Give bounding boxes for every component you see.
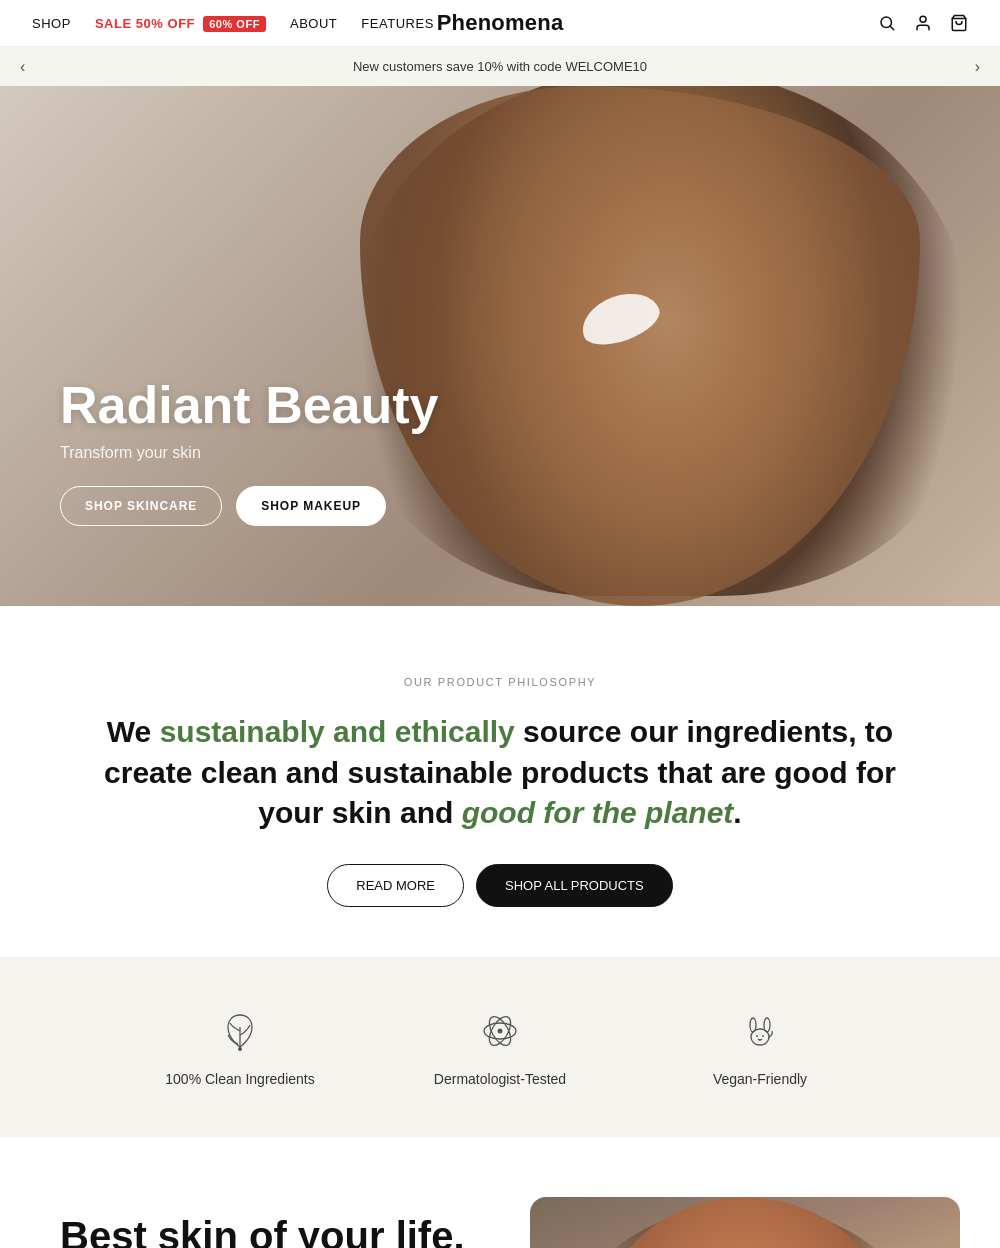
cart-icon[interactable]	[950, 14, 968, 32]
feature-clean: 100% Clean Ingredients	[110, 1007, 370, 1087]
announcement-next[interactable]: ›	[975, 58, 980, 76]
nav-sale[interactable]: SALE 50% OFF 60% OFF	[95, 16, 266, 31]
philosophy-italic: good for the planet	[462, 796, 734, 829]
navigation: SHOP SALE 50% OFF 60% OFF ABOUT FEATURES…	[0, 0, 1000, 47]
leaf-icon	[216, 1007, 264, 1055]
philosophy-text: We sustainably and ethically source our …	[90, 712, 910, 834]
feature-derm: Dermatologist-Tested	[370, 1007, 630, 1087]
account-icon[interactable]	[914, 14, 932, 32]
svg-point-5	[238, 1047, 242, 1051]
nav-features[interactable]: FEATURES	[361, 16, 434, 31]
announcement-bar: ‹ New customers save 10% with code WELCO…	[0, 47, 1000, 86]
hero-subtitle: Transform your skin	[60, 444, 439, 462]
hero-section: Radiant Beauty Transform your skin SHOP …	[0, 86, 1000, 606]
shop-skincare-button[interactable]: SHOP SKINCARE	[60, 486, 222, 526]
nav-right	[878, 14, 968, 32]
bottom-text: Best skin of your life. Meet our secret …	[60, 1197, 490, 1249]
feature-vegan-label: Vegan-Friendly	[713, 1071, 807, 1087]
hero-content: Radiant Beauty Transform your skin SHOP …	[60, 377, 439, 526]
svg-line-1	[890, 26, 893, 29]
nav-left: SHOP SALE 50% OFF 60% OFF ABOUT FEATURES	[32, 16, 434, 31]
features-strip: 100% Clean Ingredients Dermatologist-Tes…	[0, 957, 1000, 1137]
read-more-button[interactable]: READ MORE	[327, 864, 464, 907]
feature-clean-label: 100% Clean Ingredients	[165, 1071, 314, 1087]
bottom-image	[530, 1197, 960, 1249]
svg-point-2	[920, 16, 926, 22]
search-icon[interactable]	[878, 14, 896, 32]
philosophy-label: OUR PRODUCT PHILOSOPHY	[60, 676, 940, 688]
announcement-text: New customers save 10% with code WELCOME…	[353, 59, 647, 74]
philosophy-section: OUR PRODUCT PHILOSOPHY We sustainably an…	[0, 606, 1000, 957]
svg-point-9	[498, 1028, 503, 1033]
atom-icon	[476, 1007, 524, 1055]
hero-title: Radiant Beauty	[60, 377, 439, 434]
svg-point-0	[881, 17, 892, 28]
nav-shop[interactable]: SHOP	[32, 16, 71, 31]
feature-derm-label: Dermatologist-Tested	[434, 1071, 566, 1087]
shop-all-button[interactable]: SHOP ALL PRODUCTS	[476, 864, 673, 907]
announcement-prev[interactable]: ‹	[20, 58, 25, 76]
hero-background	[0, 86, 1000, 606]
sale-badge: 60% OFF	[203, 16, 266, 32]
philosophy-highlight: sustainably and ethically	[160, 715, 515, 748]
philosophy-buttons: READ MORE SHOP ALL PRODUCTS	[60, 864, 940, 907]
svg-point-12	[764, 1018, 770, 1032]
svg-point-15	[768, 1037, 770, 1039]
nav-about[interactable]: ABOUT	[290, 16, 337, 31]
svg-point-14	[762, 1035, 764, 1037]
svg-point-13	[756, 1035, 758, 1037]
bottom-section: Best skin of your life. Meet our secret …	[0, 1137, 1000, 1249]
philosophy-text-start: We	[107, 715, 160, 748]
svg-point-11	[750, 1018, 756, 1032]
bottom-face-decoration	[595, 1197, 895, 1249]
feature-vegan: Vegan-Friendly	[630, 1007, 890, 1087]
site-logo: Phenomena	[437, 10, 564, 36]
shop-makeup-button[interactable]: SHOP MAKEUP	[236, 486, 386, 526]
hero-buttons: SHOP SKINCARE SHOP MAKEUP	[60, 486, 439, 526]
philosophy-text-end: .	[733, 796, 741, 829]
rabbit-icon	[736, 1007, 784, 1055]
bottom-title: Best skin of your life. Meet our secret …	[60, 1213, 490, 1249]
